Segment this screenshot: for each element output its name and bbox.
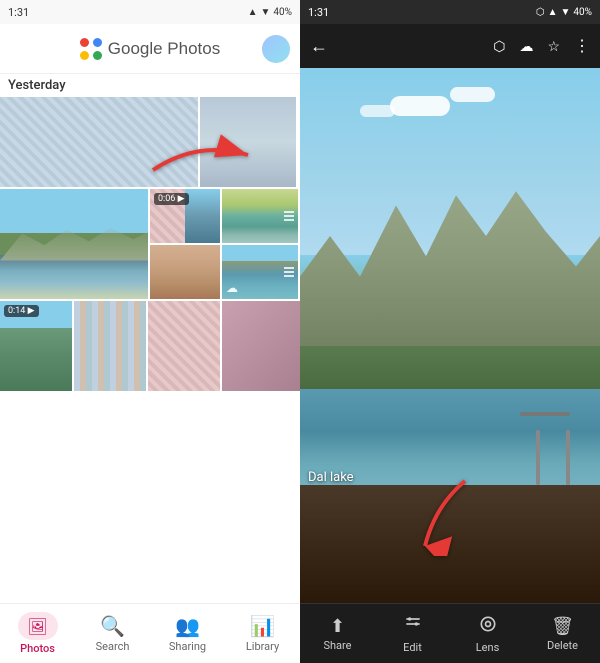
edit-icon [403,614,423,639]
nav-label-library: Library [246,640,279,653]
nav-item-edit[interactable]: Edit [375,604,450,663]
photo-cell-3-3[interactable] [148,301,220,391]
battery-right: 40% [573,7,592,18]
logo-dot-yellow [80,51,89,60]
cast-button[interactable]: ⬡ [493,38,505,55]
status-icons-left: ▲ ▼ 40% [248,7,292,18]
nav-item-search[interactable]: 🔍 Search [75,604,150,663]
app-title: Google Photos [108,39,220,59]
red-arrow-left [148,130,258,184]
nav-label-edit: Edit [403,641,422,654]
red-arrow-right [405,476,495,560]
nav-label-share: Share [323,639,351,652]
nav-label-sharing: Sharing [169,640,206,653]
status-bar-right: 1:31 ⬡ ▲ ▼ 40% [300,0,600,24]
nav-item-photos[interactable]: 🖼 Photos [0,604,75,663]
cloud-icon: ☁ [226,281,238,295]
google-logo-dots [80,38,102,60]
photo-cell-2-2[interactable]: 0:06 ▶ [150,189,220,243]
nav-label-search: Search [96,640,130,653]
grid-row-2: 0:06 ▶ [0,189,300,299]
nav-item-sharing[interactable]: 👥 Sharing [150,604,225,663]
star-button[interactable]: ☆ [547,38,560,55]
photo-cell-2-4[interactable] [222,189,298,243]
nav-label-delete: Delete [547,639,578,652]
photo-caption: Dal lake [308,470,354,485]
header-right: ← ⬡ ☁ ☆ ⋮ [300,24,600,68]
photo-cell-3-1[interactable]: 0:14 ▶ [0,301,72,391]
back-button[interactable]: ← [310,36,328,57]
video-badge-1: 0:06 ▶ [154,193,189,205]
cloud-2 [450,87,495,102]
left-panel: 1:31 ▲ ▼ 40% Google Photos Yesterday [0,0,300,663]
hamburger-icon-2 [284,267,294,277]
right-panel: 1:31 ⬡ ▲ ▼ 40% ← ⬡ ☁ ☆ ⋮ [300,0,600,663]
photo-view[interactable]: Dal lake [300,68,600,603]
sharing-icon: 👥 [175,614,200,638]
signal-icon-right: ▲ [548,7,558,18]
cloud-upload-button[interactable]: ☁ [519,38,533,55]
photo-cell-3-2[interactable] [74,301,146,391]
battery-left: 40% [273,7,292,18]
signal-icon: ▲ [248,7,258,18]
google-photos-logo: Google Photos [80,38,220,60]
header-left: Google Photos [0,24,300,74]
nav-label-photos: Photos [20,642,55,655]
photo-grid: 0:06 ▶ [0,97,300,603]
grid-row-3: 0:14 ▶ [0,301,300,391]
cloud-1 [390,96,450,116]
hamburger-icon-1 [284,211,294,221]
status-bar-left: 1:31 ▲ ▼ 40% [0,0,300,24]
nav-item-lens[interactable]: Lens [450,604,525,663]
wifi-icon: ▼ [261,7,271,18]
delete-icon: 🗑 [551,616,574,637]
avatar[interactable] [262,35,290,63]
more-options-button[interactable]: ⋮ [574,36,590,56]
photo-cell-3-4[interactable] [222,301,300,391]
photo-cell-2-3[interactable] [150,245,220,299]
share-icon: ⬆ [330,616,345,637]
logo-dot-blue [93,38,102,47]
railing-horizontal [520,412,570,416]
video-badge-2: 0:14 ▶ [4,305,39,317]
date-label: Yesterday [0,74,300,97]
avatar-inner [262,35,290,63]
search-icon: 🔍 [100,614,125,638]
lens-icon [478,614,498,639]
nav-item-delete[interactable]: 🗑 Delete [525,604,600,663]
nav-item-library[interactable]: 📊 Library [225,604,300,663]
photos-icon: 🖼 [27,617,47,636]
logo-dot-green [93,51,102,60]
time-left: 1:31 [8,6,29,19]
railing-vertical [536,430,540,485]
library-icon: 📊 [250,614,275,638]
photo-cell-2-1[interactable] [0,189,148,299]
header-right-icons: ⬡ ☁ ☆ ⋮ [493,36,590,56]
wifi-icon-right: ▼ [561,7,571,18]
nav-indicator-photos: 🖼 [18,612,58,640]
nav-label-lens: Lens [476,641,500,654]
cast-icon: ⬡ [536,7,545,18]
shore-layer [300,346,600,389]
photo-cell-2-5[interactable]: ☁ [222,245,298,299]
bottom-nav-left: 🖼 Photos 🔍 Search 👥 Sharing 📊 Library [0,603,300,663]
time-right: 1:31 [308,6,329,19]
nav-item-share[interactable]: ⬆ Share [300,604,375,663]
status-icons-right: ⬡ ▲ ▼ 40% [536,7,592,18]
cloud-3 [360,105,395,117]
bottom-nav-right: ⬆ Share Edit Lens [300,603,600,663]
railing-vertical-2 [566,430,570,485]
logo-dot-red [80,38,89,47]
